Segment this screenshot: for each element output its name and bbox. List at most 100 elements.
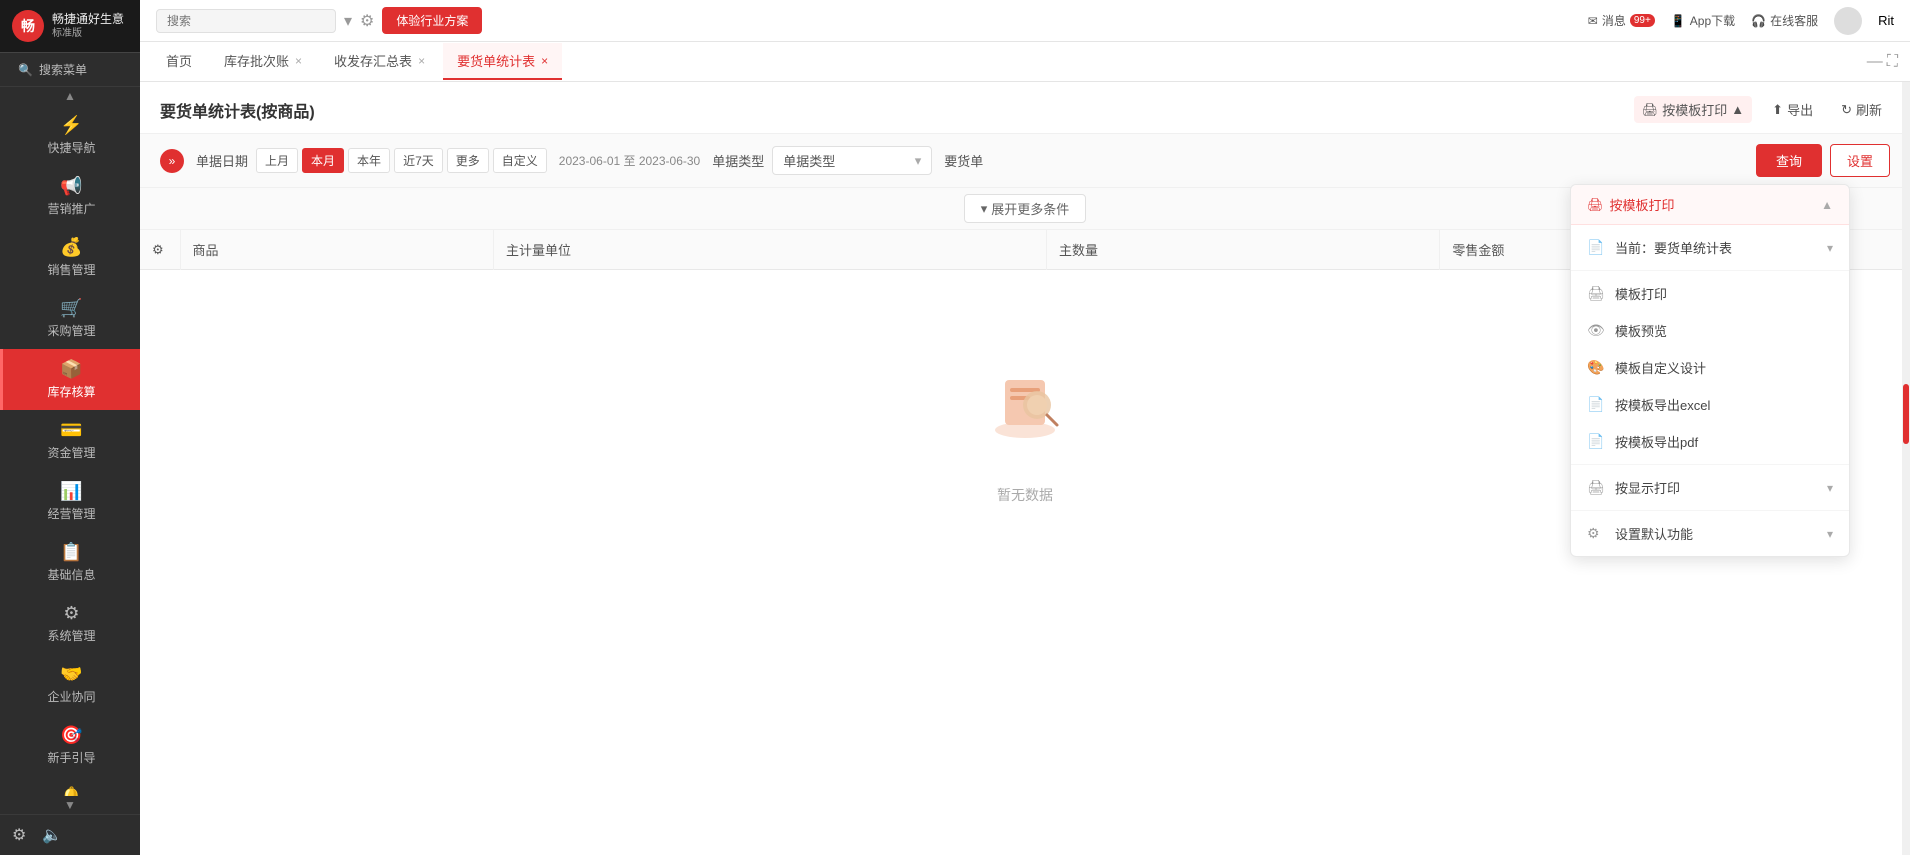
right-scrollbar[interactable] <box>1902 82 1910 855</box>
expand-label: 展开更多条件 <box>991 199 1069 218</box>
filter-expand-icon[interactable]: » <box>160 149 184 173</box>
print-button[interactable]: 🖨 按模板打印 ▲ <box>1634 96 1752 123</box>
refresh-button[interactable]: ↻ 刷新 <box>1833 96 1890 123</box>
logo-icon: 畅 <box>12 10 44 42</box>
dropdown-template-design[interactable]: 🎨 模板自定义设计 <box>1571 349 1849 386</box>
trial-button[interactable]: 体验行业方案 <box>382 7 482 34</box>
dropdown-current-label: 当前：要货单统计表 <box>1615 238 1732 257</box>
sidebar-item-label: 经营管理 <box>47 505 95 522</box>
dropdown-template-print[interactable]: 🖨 模板打印 <box>1571 275 1849 312</box>
sidebar-item-appstore[interactable]: 🔔 应用中心 <box>0 776 140 796</box>
sidebar-item-quick-nav[interactable]: ⚡ 快捷导航 <box>0 105 140 166</box>
settings-icon[interactable]: ⚙ <box>12 825 26 845</box>
dropdown-current-item[interactable]: 📄 当前：要货单统计表 ▾ <box>1571 229 1849 266</box>
sidebar-item-label: 营销推广 <box>47 200 95 217</box>
tab-batch-account[interactable]: 库存批次账 × <box>210 43 316 80</box>
topbar: ▾ ⚙ 体验行业方案 ✉ 消息 99+ 📱 App下载 🎧 在线客服 Rit <box>140 0 1910 42</box>
topbar-dropdown-icon[interactable]: ▾ <box>344 11 352 31</box>
topbar-right: ✉ 消息 99+ 📱 App下载 🎧 在线客服 Rit <box>1588 7 1894 35</box>
sidebar-item-guide[interactable]: 🎯 新手引导 <box>0 715 140 776</box>
app-logo: 畅 畅捷通好生意 标准版 <box>0 0 140 53</box>
dropdown-current-section: 📄 当前：要货单统计表 ▾ <box>1571 225 1849 271</box>
printer-icon: 🖨 <box>1642 102 1659 118</box>
tab-order-summary-close[interactable]: × <box>541 54 548 68</box>
dropdown-export-pdf[interactable]: 📄 按模板导出pdf <box>1571 423 1849 460</box>
scroll-up[interactable]: ▲ <box>0 87 140 105</box>
tab-order-summary[interactable]: 要货单统计表 × <box>443 43 562 80</box>
tab-receipt-summary-label: 收发存汇总表 <box>334 51 412 70</box>
inventory-icon: 📦 <box>60 359 82 380</box>
tab-maximize-btn[interactable]: ⛶ <box>1887 53 1898 71</box>
template-design-icon: 🎨 <box>1587 359 1605 376</box>
collab-icon: 🤝 <box>60 664 82 685</box>
tab-receipt-summary-close[interactable]: × <box>418 54 425 68</box>
date-btn-this-month[interactable]: 本月 <box>302 148 344 173</box>
tab-receipt-summary[interactable]: 收发存汇总表 × <box>320 43 439 80</box>
date-btn-this-year[interactable]: 本年 <box>348 148 390 173</box>
query-button[interactable]: 查询 <box>1756 144 1822 177</box>
export-label: 导出 <box>1787 100 1813 119</box>
date-btn-custom[interactable]: 自定义 <box>493 148 547 173</box>
order-type-select[interactable]: 单据类型 ▾ <box>772 146 932 175</box>
tab-batch-account-close[interactable]: × <box>295 54 302 68</box>
date-range-display: 2023-06-01 至 2023-06-30 <box>559 152 700 169</box>
template-preview-label: 模板预览 <box>1615 321 1667 340</box>
th-gear[interactable]: ⚙ <box>140 230 180 270</box>
sidebar-item-purchase[interactable]: 🛒 采购管理 <box>0 288 140 349</box>
set-default-arrow-icon: ▾ <box>1827 527 1833 541</box>
dropdown-display-print[interactable]: 🖨 按显示打印 ▾ <box>1571 469 1849 506</box>
online-service-btn[interactable]: 🎧 在线客服 <box>1751 12 1818 29</box>
filter-goods-group: 要货单 <box>944 151 983 170</box>
goods-filter-label: 要货单 <box>944 151 983 170</box>
sidebar-item-collab[interactable]: 🤝 企业协同 <box>0 654 140 715</box>
th-qty-label: 主数量 <box>1059 243 1098 258</box>
sidebar-item-basic[interactable]: 📋 基础信息 <box>0 532 140 593</box>
dropdown-header-right: ▲ <box>1821 198 1833 212</box>
filter-type-group: 单据类型 单据类型 ▾ <box>712 146 932 175</box>
th-amount-label: 零售金额 <box>1452 243 1504 258</box>
sidebar-item-business[interactable]: 📊 经营管理 <box>0 471 140 532</box>
export-button[interactable]: ⬆ 导出 <box>1764 96 1821 123</box>
dropdown-print-icon: 🖨 <box>1587 197 1604 213</box>
sidebar-item-sales[interactable]: 💰 销售管理 <box>0 227 140 288</box>
sidebar-search[interactable]: 🔍 搜索菜单 <box>0 53 140 87</box>
date-btn-last-month[interactable]: 上月 <box>256 148 298 173</box>
app-download-label: App下载 <box>1690 12 1735 29</box>
sidebar-item-finance[interactable]: 💳 资金管理 <box>0 410 140 471</box>
tab-order-summary-label: 要货单统计表 <box>457 51 535 70</box>
tab-minimize-btn[interactable]: — <box>1867 53 1883 71</box>
dropdown-default-section: ⚙ 设置默认功能 ▾ <box>1571 511 1849 556</box>
dropdown-template-preview[interactable]: 👁 模板预览 <box>1571 312 1849 349</box>
sidebar-item-system[interactable]: ⚙ 系统管理 <box>0 593 140 654</box>
date-btn-more[interactable]: 更多 <box>447 148 489 173</box>
expand-more-button[interactable]: ▾ 展开更多条件 <box>964 194 1087 223</box>
settings-button[interactable]: 设置 <box>1830 144 1890 177</box>
topbar-search-input[interactable] <box>156 9 336 33</box>
user-avatar[interactable] <box>1834 7 1862 35</box>
message-btn[interactable]: ✉ 消息 99+ <box>1588 12 1655 29</box>
dropdown-set-default[interactable]: ⚙ 设置默认功能 ▾ <box>1571 515 1849 552</box>
sidebar-item-label: 销售管理 <box>47 261 95 278</box>
system-icon: ⚙ <box>63 603 79 624</box>
online-service-label: 在线客服 <box>1770 12 1818 29</box>
filter-action-btns: 查询 设置 <box>1756 144 1890 177</box>
sidebar-item-inventory[interactable]: 📦 库存核算 <box>0 349 140 410</box>
headset-icon: 🎧 <box>1751 14 1766 28</box>
sound-icon[interactable]: 🔈 <box>42 825 62 845</box>
date-btn-7days[interactable]: 近7天 <box>394 148 443 173</box>
scroll-down[interactable]: ▼ <box>0 796 140 814</box>
user-name: Rit <box>1878 13 1894 28</box>
filter-date-group: 单据日期 上月 本月 本年 近7天 更多 自定义 2023-06-01 至 20… <box>196 148 700 173</box>
th-unit: 主计量单位 <box>493 230 1046 270</box>
select-arrow-icon: ▾ <box>915 153 922 169</box>
app-download-btn[interactable]: 📱 App下载 <box>1671 12 1735 29</box>
dropdown-export-excel[interactable]: 📄 按模板导出excel <box>1571 386 1849 423</box>
topbar-gear-icon[interactable]: ⚙ <box>360 11 374 31</box>
export-icon: ⬆ <box>1772 102 1783 118</box>
search-icon: 🔍 <box>18 63 33 77</box>
dropdown-up-icon[interactable]: ▲ <box>1821 198 1833 212</box>
column-gear-icon: ⚙ <box>152 242 164 257</box>
sidebar-item-marketing[interactable]: 📢 营销推广 <box>0 166 140 227</box>
tab-home[interactable]: 首页 <box>152 43 206 80</box>
main-area: ▾ ⚙ 体验行业方案 ✉ 消息 99+ 📱 App下载 🎧 在线客服 Rit 首… <box>140 0 1910 855</box>
